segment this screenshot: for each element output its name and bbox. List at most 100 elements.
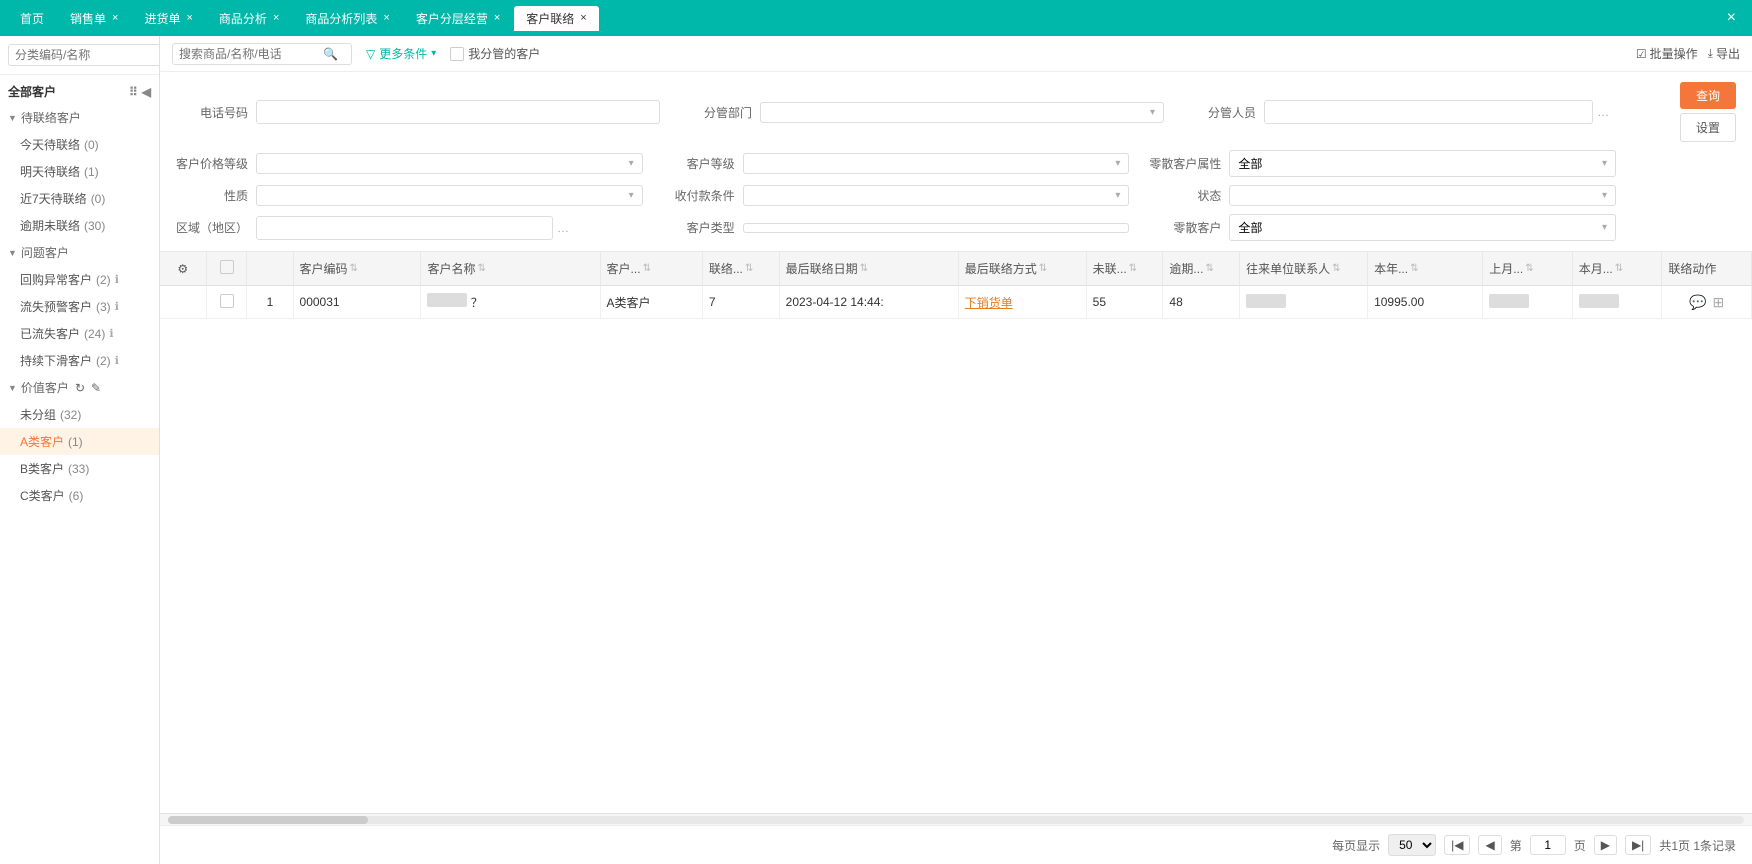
filter-sparse-attr-select[interactable]: 全部 ▾ (1229, 150, 1616, 177)
topbar-purchase[interactable]: 进货单 × (132, 6, 204, 31)
row-last-contact-method[interactable]: 下销货单 (958, 286, 1086, 319)
qr-icon[interactable]: ⊞ (1713, 294, 1725, 311)
edit-icon[interactable]: ✎ (91, 381, 101, 395)
close-icon[interactable]: × (112, 12, 118, 24)
sidebar-search-input[interactable] (8, 44, 160, 66)
filter-nature-select[interactable]: ▾ (256, 185, 643, 206)
filter-price-tier-select[interactable]: ▾ (256, 153, 643, 174)
filter-label-region: 区域（地区） (176, 219, 256, 236)
close-icon[interactable]: × (186, 12, 192, 24)
collapse-icon[interactable]: ◀ (142, 85, 151, 99)
query-button[interactable]: 查询 (1680, 82, 1736, 109)
sort-icon: ⇅ (860, 263, 868, 274)
col-checkbox (206, 252, 247, 286)
prev-page-button[interactable]: ◀ (1478, 835, 1501, 855)
close-icon[interactable]: × (580, 12, 586, 24)
col-company-contact: 往来单位联系人⇅ (1240, 252, 1368, 286)
row-checkbox-icon[interactable] (220, 294, 234, 308)
sidebar-item-tomorrow[interactable]: 明天待联络 (1) (0, 158, 159, 185)
filter-row-1: 电话号码 分管部门 ▾ 分管人员 … 查询 设置 (176, 82, 1736, 142)
row-checkbox[interactable] (206, 286, 247, 319)
batch-op-button[interactable]: ☑ 批量操作 (1636, 45, 1698, 62)
col-last-contact-date: 最后联络日期⇅ (779, 252, 958, 286)
sidebar-value-section[interactable]: ▼ 价值客户 ↻ ✎ (0, 374, 159, 401)
filter-phone-input[interactable] (256, 100, 660, 124)
filter-button[interactable]: ▽ 更多条件 ▾ (360, 42, 442, 65)
page-number-input[interactable] (1530, 835, 1566, 855)
chat-icon[interactable]: 💬 (1689, 294, 1706, 311)
close-icon[interactable]: × (273, 12, 279, 24)
topbar-customer-tier[interactable]: 客户分层经营 × (404, 6, 512, 31)
filter-label-nature: 性质 (176, 187, 256, 204)
sort-icon: ⇅ (1332, 263, 1340, 274)
sidebar-item-a-class[interactable]: A类客户 (1) (0, 428, 159, 455)
gear-icon[interactable]: ⚙ (177, 262, 188, 276)
scrollbar-track[interactable] (168, 816, 1744, 824)
toolbar-search-box: 🔍 (172, 43, 352, 65)
toolbar-search-icon[interactable]: 🔍 (323, 47, 338, 61)
filter-row-2: 客户价格等级 ▾ 客户等级 ▾ 零散客户属性 全部 (176, 150, 1736, 177)
dots-icon[interactable]: … (1593, 105, 1613, 119)
sidebar-item-c-class[interactable]: C类客户 (6) (0, 482, 159, 509)
row-customer-code[interactable]: 000031 (293, 286, 421, 319)
filter-status-select[interactable]: ▾ (1229, 185, 1616, 206)
sort-icon: ⇅ (1039, 263, 1047, 274)
filter-dept-select[interactable]: ▾ (760, 102, 1164, 123)
sidebar-item-abnormal[interactable]: 回购异常客户 (2) ℹ (0, 266, 159, 293)
topbar-sales[interactable]: 销售单 × (58, 6, 130, 31)
close-icon[interactable]: × (383, 12, 389, 24)
topbar-home[interactable]: 首页 (8, 6, 56, 31)
topbar-customer-contact[interactable]: 客户联络 × (514, 6, 598, 31)
toolbar: 🔍 ▽ 更多条件 ▾ 我分管的客户 ☑ 批量操作 ⤓ 导出 (160, 36, 1752, 72)
checkbox-icon[interactable] (450, 47, 464, 61)
last-page-button[interactable]: ▶| (1625, 835, 1651, 855)
scrollbar-thumb[interactable] (168, 816, 368, 824)
row-company-contact (1240, 286, 1368, 319)
topbar-product-analysis[interactable]: 商品分析 × (207, 6, 291, 31)
sidebar-item-today[interactable]: 今天待联络 (0) (0, 131, 159, 158)
funnel-icon: ▽ (366, 47, 375, 61)
sidebar-pending-section[interactable]: ▼ 待联络客户 (0, 104, 159, 131)
chevron-down-icon: ▾ (431, 48, 436, 59)
per-page-select[interactable]: 50 (1388, 834, 1436, 856)
toolbar-search-input[interactable] (179, 47, 319, 61)
close-icon[interactable]: × (494, 12, 500, 24)
sidebar-header-icons: ⠿ ◀ (129, 85, 151, 99)
header-checkbox[interactable] (220, 260, 234, 274)
triangle-icon: ▼ (8, 248, 17, 258)
refresh-icon[interactable]: ↻ (75, 381, 85, 395)
sidebar-item-ungrouped[interactable]: 未分组 (32) (0, 401, 159, 428)
sort-icon: ⇅ (1410, 263, 1418, 274)
filter-customer-level-select[interactable]: ▾ (743, 153, 1130, 174)
filter-region-input[interactable] (256, 216, 553, 240)
sort-icon: ⇅ (350, 263, 358, 274)
topbar-product-list[interactable]: 商品分析列表 × (293, 6, 401, 31)
first-page-button[interactable]: |◀ (1444, 835, 1470, 855)
dots-icon[interactable]: … (553, 221, 573, 235)
table-header-row: ⚙ 客户编码⇅ 客户名称⇅ 客户...⇅ (160, 252, 1752, 286)
action-icons: 💬 ⊞ (1668, 294, 1745, 311)
filter-payment-select[interactable]: ▾ (743, 185, 1130, 206)
sidebar-item-7days[interactable]: 近7天待联络 (0) (0, 185, 159, 212)
settings-button[interactable]: 设置 (1680, 113, 1736, 142)
filter-customer-type-select[interactable] (743, 223, 1130, 233)
col-customer-code: 客户编码⇅ (293, 252, 421, 286)
sidebar-problem-section[interactable]: ▼ 问题客户 (0, 239, 159, 266)
window-close-icon[interactable]: × (1719, 5, 1744, 31)
my-customer-checkbox[interactable]: 我分管的客户 (450, 45, 540, 62)
col-not-contacted: 未联...⇅ (1086, 252, 1163, 286)
sidebar-item-overdue[interactable]: 逾期未联络 (30) (0, 212, 159, 239)
sidebar-item-churn-warning[interactable]: 流失预警客户 (3) ℹ (0, 293, 159, 320)
col-settings[interactable]: ⚙ (160, 252, 206, 286)
sort-icon: ⇅ (477, 263, 485, 274)
sidebar-search-area: 🔍 (0, 36, 159, 75)
export-button[interactable]: ⤓ 导出 (1708, 45, 1740, 62)
sidebar-item-declining[interactable]: 持续下滑客户 (2) ℹ (0, 347, 159, 374)
sidebar-item-churned[interactable]: 已流失客户 (24) ℹ (0, 320, 159, 347)
filter-person-input[interactable] (1264, 100, 1593, 124)
filter-sparse-customer-select[interactable]: 全部 ▾ (1229, 214, 1616, 241)
filter-sparse-customer: 零散客户 全部 ▾ (1149, 214, 1616, 241)
sidebar-item-b-class[interactable]: B类客户 (33) (0, 455, 159, 482)
horizontal-scrollbar[interactable] (160, 813, 1752, 825)
next-page-button[interactable]: ▶ (1594, 835, 1617, 855)
